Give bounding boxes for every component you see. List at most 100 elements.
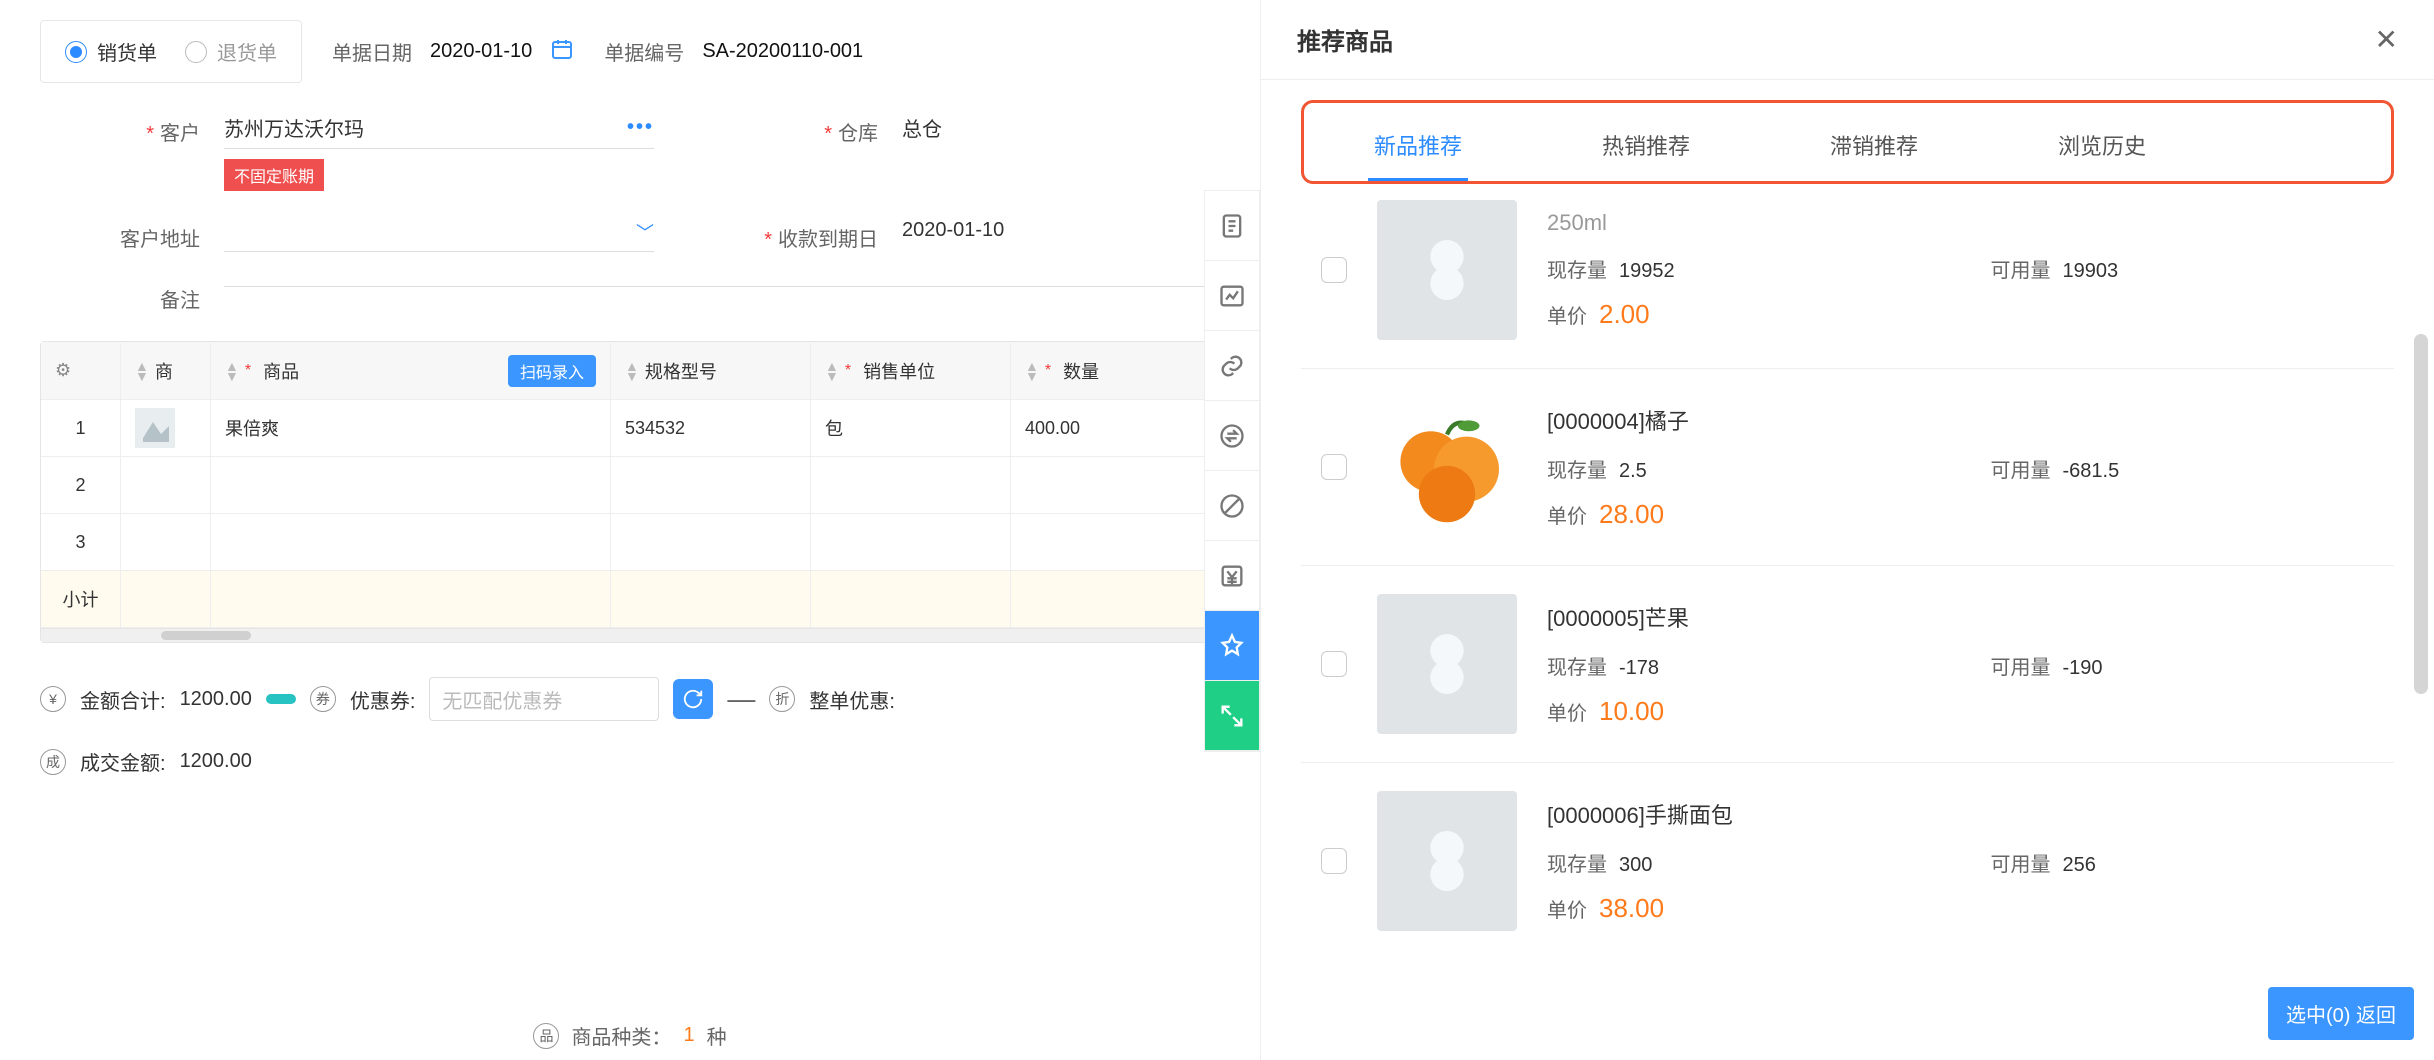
tab-label: 退货单 — [217, 37, 277, 66]
cell-index: 3 — [41, 514, 121, 570]
doc-no-label: 单据编号 — [604, 37, 684, 66]
recommend-header: 推荐商品 ✕ — [1261, 0, 2434, 80]
item-checkbox[interactable] — [1321, 651, 1347, 677]
tab-slow[interactable]: 滞销推荐 — [1830, 129, 1918, 181]
doc-no-value: SA-20200110-001 — [702, 40, 863, 63]
cell-index: 2 — [41, 457, 121, 513]
radio-unchecked-icon — [185, 41, 207, 63]
coupon-placeholder: 无匹配优惠券 — [442, 685, 562, 714]
ellipsis-icon[interactable]: ••• — [627, 116, 654, 139]
item-name: [0000006]手撕面包 — [1547, 798, 2374, 830]
col-spec[interactable]: ▲▼ 规格型号 — [611, 343, 811, 399]
horizontal-scrollbar[interactable] — [41, 628, 1219, 642]
account-period-badge: 不固定账期 — [224, 159, 324, 191]
star-icon[interactable] — [1205, 611, 1259, 681]
product-thumb-icon — [135, 408, 175, 448]
scan-input-button[interactable]: 扫码录入 — [508, 355, 596, 387]
table-row[interactable]: 3 — [41, 514, 1219, 571]
doc-number: 单据编号 SA-20200110-001 — [604, 37, 863, 66]
col-settings[interactable]: ⚙ — [41, 343, 121, 399]
product-thumb — [1377, 397, 1517, 537]
customer-value: 苏州万达沃尔玛 — [224, 113, 364, 142]
tab-hot[interactable]: 热销推荐 — [1602, 129, 1690, 181]
col-merchant[interactable]: ▲▼ 商 — [121, 343, 211, 399]
list-item[interactable]: 250ml 现存量19952 可用量19903 单价2.00 — [1301, 194, 2394, 368]
kinds-icon: 品 — [533, 1023, 559, 1049]
cell-qty[interactable]: 400.00 — [1011, 400, 1171, 456]
tab-return-order[interactable]: 退货单 — [185, 37, 277, 66]
currency-icon[interactable] — [1205, 541, 1259, 611]
remark-label: 备注 — [40, 280, 200, 313]
tab-new[interactable]: 新品推荐 — [1374, 129, 1462, 181]
list-item[interactable]: [0000005]芒果 现存量-178 可用量-190 单价10.00 — [1301, 565, 2394, 762]
note-icon[interactable] — [1205, 191, 1259, 261]
amount-value: 1200.00 — [180, 688, 252, 711]
list-item[interactable]: [0000006]手撕面包 现存量300 可用量256 单价38.00 — [1301, 762, 2394, 959]
doc-date: 单据日期 2020-01-10 — [332, 37, 574, 67]
recommend-panel: 推荐商品 ✕ 新品推荐 热销推荐 滞销推荐 浏览历史 250ml 现存量1995… — [1260, 0, 2434, 1060]
coupon-label: 优惠券: — [350, 685, 416, 714]
cell-product[interactable]: 果倍爽 — [211, 400, 611, 456]
tab-history[interactable]: 浏览历史 — [2058, 129, 2146, 181]
sales-form-panel: 销货单 退货单 单据日期 2020-01-10 单据编号 SA-20200110… — [0, 0, 1260, 1060]
product-thumb — [1377, 594, 1517, 734]
customer-field[interactable]: 苏州万达沃尔玛 ••• — [224, 113, 654, 149]
close-icon[interactable]: ✕ — [2375, 23, 2398, 56]
col-product[interactable]: ▲▼ *商品 扫码录入 — [211, 343, 611, 399]
table-row[interactable]: 2 — [41, 457, 1219, 514]
item-name: [0000004]橘子 — [1547, 404, 2374, 436]
recommend-list[interactable]: 250ml 现存量19952 可用量19903 单价2.00 — [1261, 194, 2434, 1060]
kinds-label: 商品种类： — [571, 1021, 671, 1050]
product-thumb — [1377, 791, 1517, 931]
addr-field[interactable]: ﹀ — [224, 219, 654, 252]
selected-return-button[interactable]: 选中(0) 返回 — [2268, 987, 2414, 1040]
row-addr: 客户地址 ﹀ *收款到期日 2020-01-10 — [40, 219, 1220, 252]
swap-icon[interactable] — [1205, 401, 1259, 471]
chart-icon[interactable] — [1205, 261, 1259, 331]
remark-field[interactable] — [224, 280, 1220, 287]
panel-title: 推荐商品 — [1297, 22, 1393, 57]
minus-chip-icon — [266, 694, 296, 704]
subtotal-row: 小计 — [41, 571, 1219, 628]
kinds-suffix: 种 — [707, 1021, 727, 1050]
chevron-down-icon[interactable]: ﹀ — [636, 219, 654, 245]
gear-icon: ⚙ — [55, 360, 71, 381]
item-checkbox[interactable] — [1321, 848, 1347, 874]
grid-header: ⚙ ▲▼ 商 ▲▼ *商品 扫码录入 ▲▼ 规格型号 ▲▼ *销售单位 ▲▼ *… — [41, 342, 1219, 400]
item-checkbox[interactable] — [1321, 454, 1347, 480]
cell-spec[interactable]: 534532 — [611, 400, 811, 456]
item-info: 250ml 现存量19952 可用量19903 单价2.00 — [1547, 210, 2374, 330]
row-customer: *客户 苏州万达沃尔玛 ••• 不固定账期 *仓库 总仓 — [40, 113, 1220, 191]
cell-thumb — [121, 400, 211, 456]
currency-icon: ¥ — [40, 686, 66, 712]
top-row: 销货单 退货单 单据日期 2020-01-10 单据编号 SA-20200110… — [40, 20, 1220, 83]
deal-row: 成 成交金额: 1200.00 — [40, 747, 1220, 776]
deal-icon: 成 — [40, 749, 66, 775]
product-thumb — [1377, 200, 1517, 340]
link-icon[interactable] — [1205, 331, 1259, 401]
side-action-strip — [1204, 190, 1260, 752]
doc-date-label: 单据日期 — [332, 37, 412, 66]
deny-icon[interactable] — [1205, 471, 1259, 541]
calendar-icon[interactable] — [550, 37, 574, 67]
warehouse-field[interactable]: 总仓 — [902, 113, 1022, 148]
item-name: [0000005]芒果 — [1547, 601, 2374, 633]
customer-label: *客户 — [40, 113, 200, 146]
list-item[interactable]: [0000004]橘子 现存量2.5 可用量-681.5 单价28.00 — [1301, 368, 2394, 565]
sort-icon: ▲▼ — [135, 361, 149, 381]
table-row[interactable]: 1 果倍爽 534532 包 400.00 — [41, 400, 1219, 457]
discount-icon: 折 — [769, 686, 795, 712]
deal-label: 成交金额: — [80, 747, 166, 776]
col-unit[interactable]: ▲▼ *销售单位 — [811, 343, 1011, 399]
col-qty[interactable]: ▲▼ *数量 — [1011, 343, 1171, 399]
receipt-date-field[interactable]: 2020-01-10 — [902, 219, 1202, 248]
coupon-select[interactable]: 无匹配优惠券 — [429, 677, 659, 721]
refresh-button[interactable] — [673, 679, 713, 719]
doc-date-value[interactable]: 2020-01-10 — [430, 40, 532, 63]
tab-sales-order[interactable]: 销货单 — [65, 37, 157, 66]
recommend-tabs: 新品推荐 热销推荐 滞销推荐 浏览历史 — [1301, 100, 2394, 184]
expand-icon[interactable] — [1205, 681, 1259, 751]
item-checkbox[interactable] — [1321, 257, 1347, 283]
vertical-scrollbar[interactable] — [2414, 334, 2428, 694]
cell-unit[interactable]: 包 — [811, 400, 1011, 456]
